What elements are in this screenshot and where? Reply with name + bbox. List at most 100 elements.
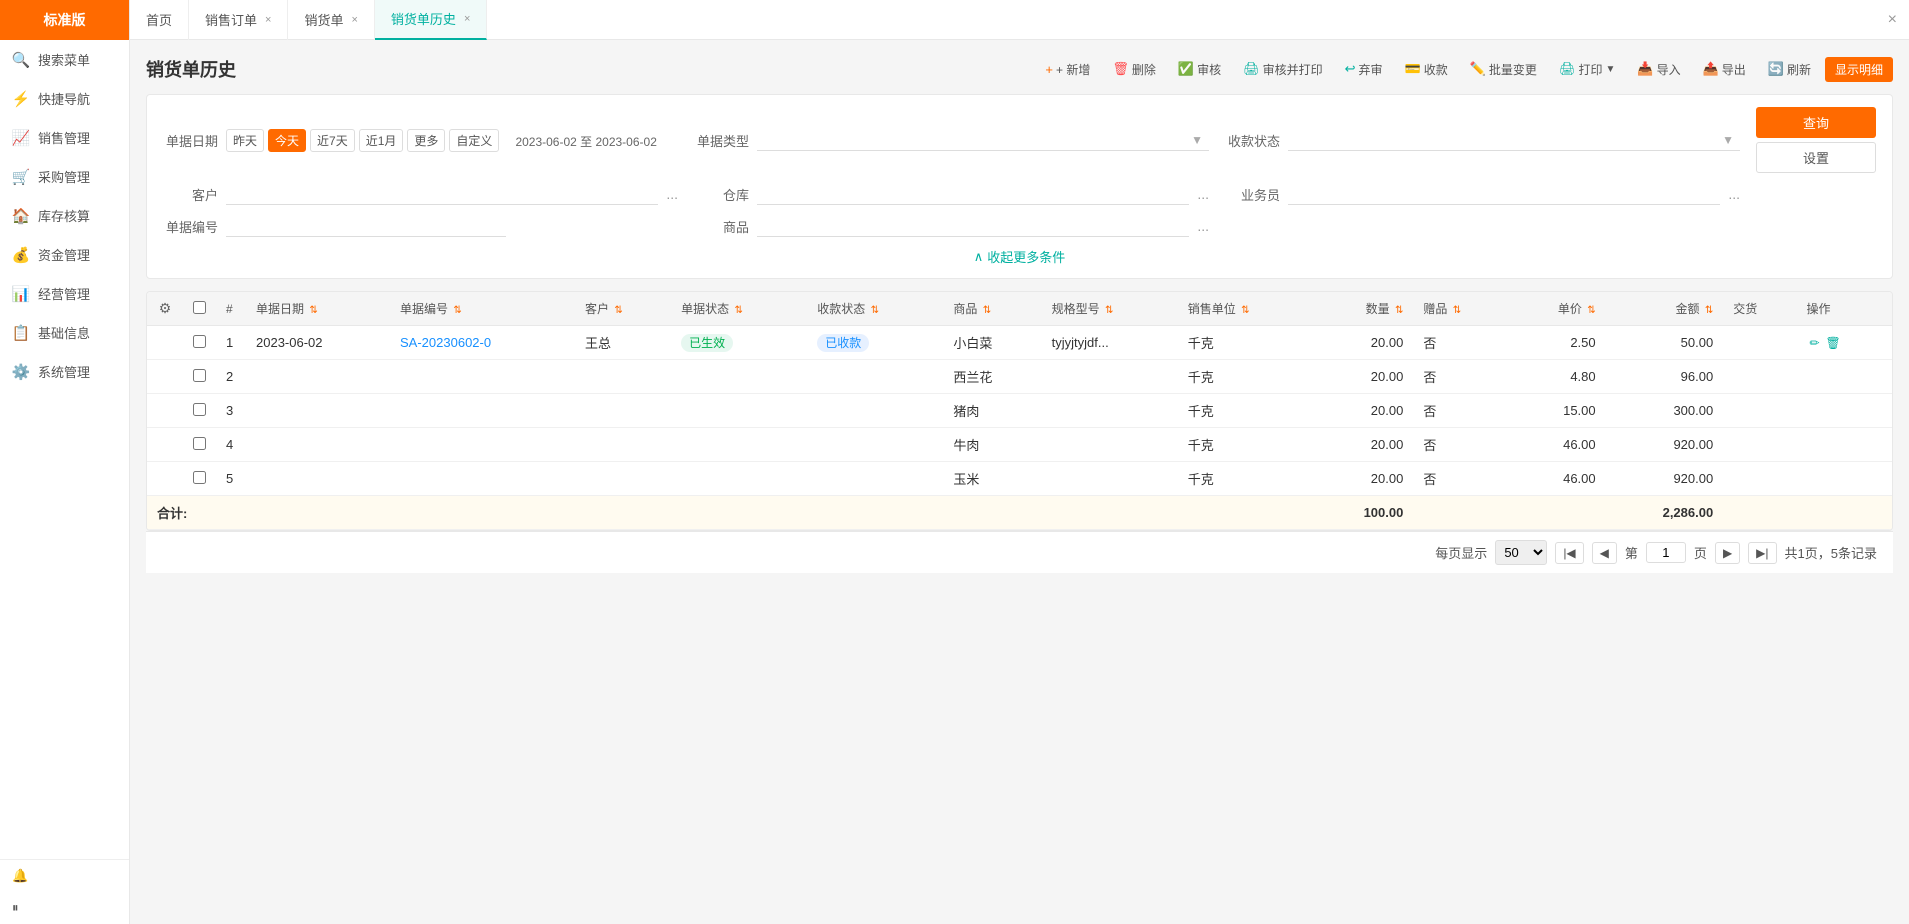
col-unit-header[interactable]: 销售单位 ⇅ — [1178, 292, 1314, 326]
col-qty-header[interactable]: 数量 ⇅ — [1314, 292, 1414, 326]
col-docno-header[interactable]: 单据编号 ⇅ — [390, 292, 575, 326]
date-btn-custom[interactable]: 自定义 — [449, 129, 499, 152]
export-button[interactable]: 📤 导出 — [1695, 57, 1754, 82]
print-button[interactable]: 🖨 打印 ▼ — [1551, 57, 1623, 82]
audit-button[interactable]: ✅ 审核 — [1170, 57, 1229, 82]
filter-goods-input[interactable] — [757, 215, 1189, 237]
row-date — [246, 428, 390, 462]
collapse-button[interactable]: ∧ 收起更多条件 — [163, 247, 1876, 266]
data-table: ⚙ # 单据日期 ⇅ 单据编号 ⇅ — [147, 292, 1892, 530]
sidebar-item-finance[interactable]: 💰 资金管理 — [0, 235, 129, 274]
sidebar-item-purchase-mgmt[interactable]: 🛒 采购管理 — [0, 157, 129, 196]
page-size-select[interactable]: 50 100 200 — [1495, 540, 1547, 565]
audit-print-button[interactable]: 🖨 审核并打印 — [1235, 57, 1331, 82]
row-checkbox-cell[interactable] — [183, 462, 216, 496]
filter-customer-label: 客户 — [163, 185, 218, 204]
tab-sales-goods[interactable]: 销货单 × — [288, 0, 374, 40]
tab-home[interactable]: 首页 — [130, 0, 189, 40]
close-all-tabs[interactable]: × — [1876, 11, 1909, 29]
sidebar-item-sales-mgmt[interactable]: 📈 销售管理 — [0, 118, 129, 157]
next-page-btn[interactable]: ▶ — [1715, 542, 1740, 564]
row-checkbox-cell[interactable] — [183, 394, 216, 428]
row-date — [246, 360, 390, 394]
row-checkbox[interactable] — [193, 471, 206, 484]
filter-customer-input[interactable] — [226, 183, 658, 205]
row-checkbox[interactable] — [193, 335, 206, 348]
col-goods-header[interactable]: 商品 ⇅ — [943, 292, 1041, 326]
filter-doctype-select[interactable]: ▼ — [757, 130, 1209, 151]
filter-warehouse-input[interactable] — [757, 183, 1189, 205]
delete-button[interactable]: 🗑 删除 — [1104, 57, 1164, 82]
row-checkbox[interactable] — [193, 369, 206, 382]
abandon-button[interactable]: ↩ 弃审 — [1337, 57, 1391, 82]
col-spec-header[interactable]: 规格型号 ⇅ — [1042, 292, 1178, 326]
col-checkbox-header[interactable] — [183, 292, 216, 326]
import-button[interactable]: 📥 导入 — [1629, 57, 1688, 82]
row-unit: 千克 — [1178, 360, 1314, 394]
sidebar-item-label: 库存核算 — [38, 206, 90, 225]
col-price-header[interactable]: 单价 ⇅ — [1509, 292, 1605, 326]
tab-sales-goods-close[interactable]: × — [351, 14, 357, 26]
sidebar-item-search-menu[interactable]: 🔍 搜索菜单 — [0, 40, 129, 79]
ops-删除-btn[interactable]: 🗑 — [1826, 336, 1841, 350]
filter-row-date: 单据日期 昨天 今天 近7天 近1月 更多 自定义 2023-06-02 至 2… — [163, 107, 1876, 173]
date-btn-more[interactable]: 更多 — [407, 129, 445, 152]
export-label: 导出 — [1722, 61, 1746, 78]
row-checkbox-cell[interactable] — [183, 326, 216, 360]
query-button[interactable]: 查询 — [1756, 107, 1876, 138]
prev-page-btn[interactable]: ◀ — [1592, 542, 1617, 564]
row-checkbox[interactable] — [193, 403, 206, 416]
row-collectstatus — [807, 428, 943, 462]
tab-sales-order-close[interactable]: × — [265, 14, 271, 26]
sidebar-bottom-btn1[interactable]: 🔔 — [0, 860, 129, 892]
col-amount-header[interactable]: 金额 ⇅ — [1606, 292, 1724, 326]
show-detail-button[interactable]: 显示明细 — [1825, 57, 1893, 82]
col-docstatus-header[interactable]: 单据状态 ⇅ — [671, 292, 807, 326]
add-button[interactable]: + + 新增 — [1037, 57, 1098, 82]
tab-home-label: 首页 — [146, 10, 172, 29]
date-btn-today[interactable]: 今天 — [268, 129, 306, 152]
filter-collect-select[interactable]: ▼ — [1288, 130, 1740, 151]
sidebar-bottom-btn2[interactable]: ⏸ — [0, 892, 129, 924]
ops-编辑-btn[interactable]: ✏ — [1809, 336, 1819, 350]
tab-sales-order[interactable]: 销售订单 × — [189, 0, 288, 40]
row-checkbox-cell[interactable] — [183, 360, 216, 394]
sidebar-item-operation[interactable]: 📊 经营管理 — [0, 274, 129, 313]
sidebar-item-inventory[interactable]: 🏠 库存核算 — [0, 196, 129, 235]
table-gear-icon[interactable]: ⚙ — [159, 300, 172, 316]
first-page-btn[interactable]: |◀ — [1555, 542, 1583, 564]
row-checkbox-cell[interactable] — [183, 428, 216, 462]
customer-dots-icon[interactable]: ... — [666, 186, 678, 202]
sidebar-item-basic-info[interactable]: 📋 基础信息 — [0, 313, 129, 352]
salesperson-dots-icon[interactable]: ... — [1728, 186, 1740, 202]
sidebar-item-quick-nav[interactable]: ⚡ 快捷导航 — [0, 79, 129, 118]
date-btn-yesterday[interactable]: 昨天 — [226, 129, 264, 152]
tab-sales-history-close[interactable]: × — [464, 13, 470, 25]
batch-change-button[interactable]: ✏️ 批量变更 — [1462, 57, 1545, 82]
collapse-label: 收起更多条件 — [987, 247, 1065, 266]
row-spec — [1042, 428, 1178, 462]
tab-sales-history[interactable]: 销货单历史 × — [375, 0, 487, 40]
refresh-button[interactable]: 🔄 刷新 — [1760, 57, 1819, 82]
date-btn-1month[interactable]: 近1月 — [359, 129, 404, 152]
setting-button[interactable]: 设置 — [1756, 142, 1876, 173]
sidebar-item-sys-mgmt[interactable]: ⚙️ 系统管理 — [0, 352, 129, 391]
collect-chevron-icon: ▼ — [1722, 133, 1734, 147]
col-settings-header[interactable]: ⚙ — [147, 292, 183, 326]
col-gift-header[interactable]: 赠品 ⇅ — [1413, 292, 1509, 326]
select-all-checkbox[interactable] — [193, 301, 206, 314]
col-customer-header[interactable]: 客户 ⇅ — [575, 292, 671, 326]
warehouse-dots-icon[interactable]: ... — [1197, 186, 1209, 202]
col-collectstatus-header[interactable]: 收款状态 ⇅ — [807, 292, 943, 326]
goods-dots-icon[interactable]: ... — [1197, 218, 1209, 234]
row-checkbox[interactable] — [193, 437, 206, 450]
gift-sort-icon: ⇅ — [1453, 305, 1461, 316]
filter-docno-input[interactable] — [226, 215, 506, 237]
page-number-input[interactable] — [1646, 542, 1686, 563]
last-page-btn[interactable]: ▶| — [1748, 542, 1776, 564]
date-btn-7days[interactable]: 近7天 — [310, 129, 355, 152]
filter-salesperson-input[interactable] — [1288, 183, 1720, 205]
col-date-header[interactable]: 单据日期 ⇅ — [246, 292, 390, 326]
collect-button[interactable]: 💳 收款 — [1397, 57, 1456, 82]
main-area: 首页 销售订单 × 销货单 × 销货单历史 × × 销货单历史 + + 新增 — [130, 0, 1909, 924]
